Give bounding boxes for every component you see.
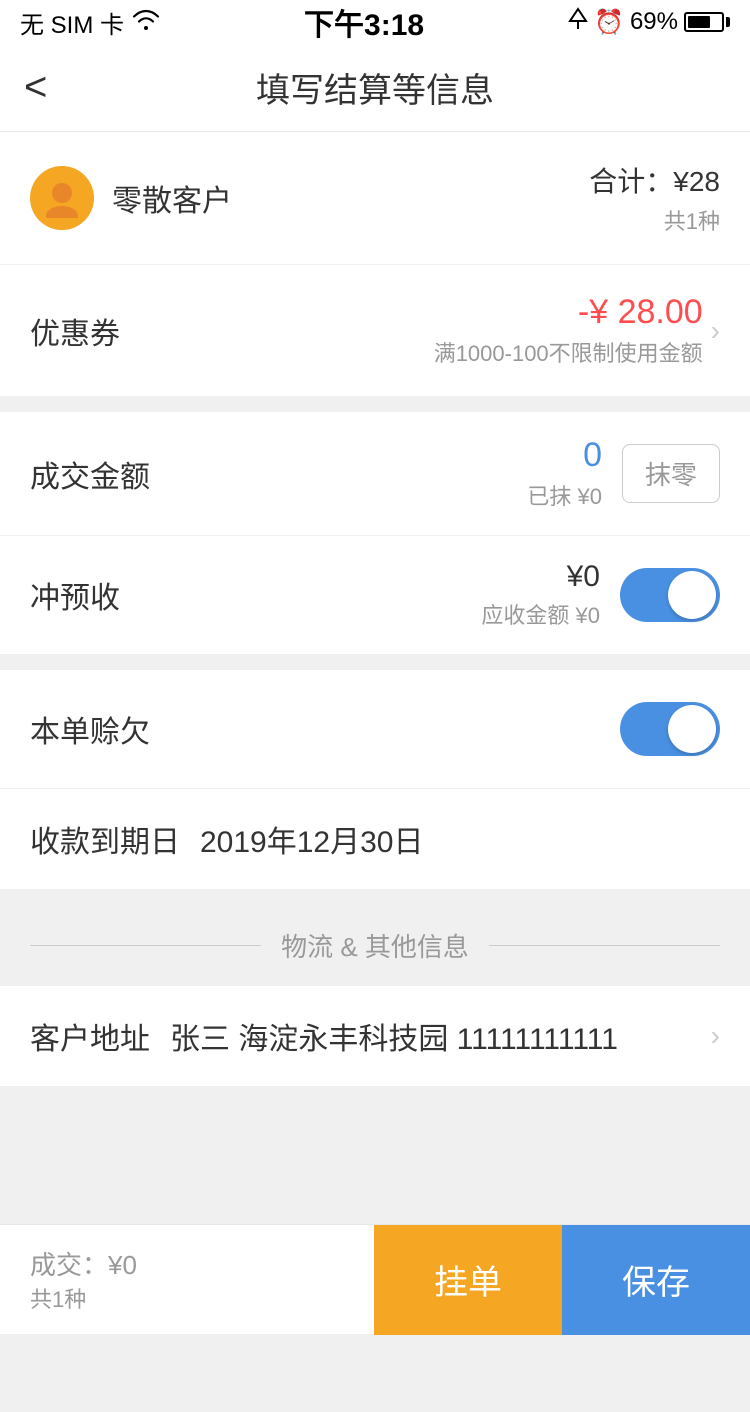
address-section: 客户地址 张三 海淀永丰科技园 11111111111 › [0,986,750,1086]
transaction-section: 成交金额 0 已抹 ¥0 抹零 冲预收 ¥0 应收金额 ¥0 [0,412,750,654]
address-left: 客户地址 张三 海淀永丰科技园 11111111111 [30,1014,618,1058]
divider-line-left [30,945,261,946]
back-button[interactable]: < [24,65,47,110]
coupon-desc: 满1000-100不限制使用金额 [434,336,703,368]
coupon-right: -¥ 28.00 满1000-100不限制使用金额 › [434,293,720,368]
location-icon [568,7,588,38]
avatar [30,166,94,230]
customer-row: 零散客户 合计：¥28 共1种 [0,132,750,264]
bottom-left: 成交：¥0 共1种 [0,1245,374,1314]
battery-label: 69% [630,8,678,36]
battery-icon [684,12,730,32]
bottom-count: 共1种 [30,1282,344,1314]
prereceive-right: ¥0 应收金额 ¥0 [481,560,720,630]
address-row[interactable]: 客户地址 张三 海淀永丰科技园 11111111111 › [0,986,750,1086]
coupon-amount: -¥ 28.00 [434,293,703,332]
debt-section: 本单赊欠 收款到期日 2019年12月30日 [0,670,750,889]
bottom-deal-label: 成交：¥0 [30,1245,344,1282]
sim-status: 无 SIM 卡 [20,5,124,40]
customer-left: 零散客户 [30,166,232,230]
coupon-chevron-icon: › [711,315,720,347]
page-title: 填写结算等信息 [256,63,494,112]
total-count: 共1种 [589,204,720,236]
date-row: 收款到期日 2019年12月30日 [0,788,750,889]
debt-toggle[interactable] [620,702,720,756]
address-chevron-icon: › [711,1020,720,1052]
prereceive-toggle[interactable] [620,568,720,622]
prereceive-sub: 应收金额 ¥0 [481,598,600,630]
customer-section: 零散客户 合计：¥28 共1种 优惠券 -¥ 28.00 满1000-100不限… [0,132,750,396]
round-button[interactable]: 抹零 [622,444,720,503]
amount-row: 成交金额 0 已抹 ¥0 抹零 [0,412,750,535]
amount-value[interactable]: 0 [527,436,602,475]
debt-toggle-knob [668,705,716,753]
address-value: 张三 海淀永丰科技园 11111111111 [170,1014,618,1058]
prereceive-row: 冲预收 ¥0 应收金额 ¥0 [0,535,750,654]
total-amount: 合计：¥28 [589,160,720,200]
customer-name: 零散客户 [112,176,232,220]
prereceive-info: ¥0 应收金额 ¥0 [481,560,600,630]
logistics-label: 物流 & 其他信息 [281,927,469,964]
nav-bar: < 填写结算等信息 [0,44,750,132]
prereceive-amount: ¥0 [481,560,600,594]
status-right: ⏰ 69% [568,7,730,38]
bottom-bar: 成交：¥0 共1种 挂单 保存 [0,1224,750,1334]
bottom-deal-amount: ¥0 [108,1250,137,1280]
wifi-icon [132,8,160,37]
debt-row: 本单赊欠 [0,670,750,788]
save-button[interactable]: 保存 [562,1225,750,1335]
hold-button[interactable]: 挂单 [374,1225,562,1335]
customer-total: 合计：¥28 共1种 [589,160,720,236]
prereceive-label: 冲预收 [30,573,120,617]
amount-sub: 已抹 ¥0 [527,479,602,511]
amount-right: 0 已抹 ¥0 抹零 [527,436,720,511]
alarm-icon: ⏰ [594,8,624,37]
coupon-label: 优惠券 [30,309,120,353]
address-label: 客户地址 [30,1014,150,1058]
coupon-info: -¥ 28.00 满1000-100不限制使用金额 [434,293,703,368]
status-time: 下午3:18 [304,0,424,44]
toggle-knob [668,571,716,619]
debt-label: 本单赊欠 [30,707,150,751]
logistics-divider: 物流 & 其他信息 [0,905,750,986]
amount-label: 成交金额 [30,452,150,496]
status-bar: 无 SIM 卡 下午3:18 ⏰ 69% [0,0,750,44]
divider-line-right [489,945,720,946]
status-left: 无 SIM 卡 [20,5,160,40]
amount-input-area: 0 已抹 ¥0 [527,436,602,511]
due-date-label: 收款到期日 [30,817,180,861]
coupon-row[interactable]: 优惠券 -¥ 28.00 满1000-100不限制使用金额 › [0,264,750,396]
due-date-value[interactable]: 2019年12月30日 [200,817,423,861]
logistics-section: 物流 & 其他信息 [0,905,750,986]
